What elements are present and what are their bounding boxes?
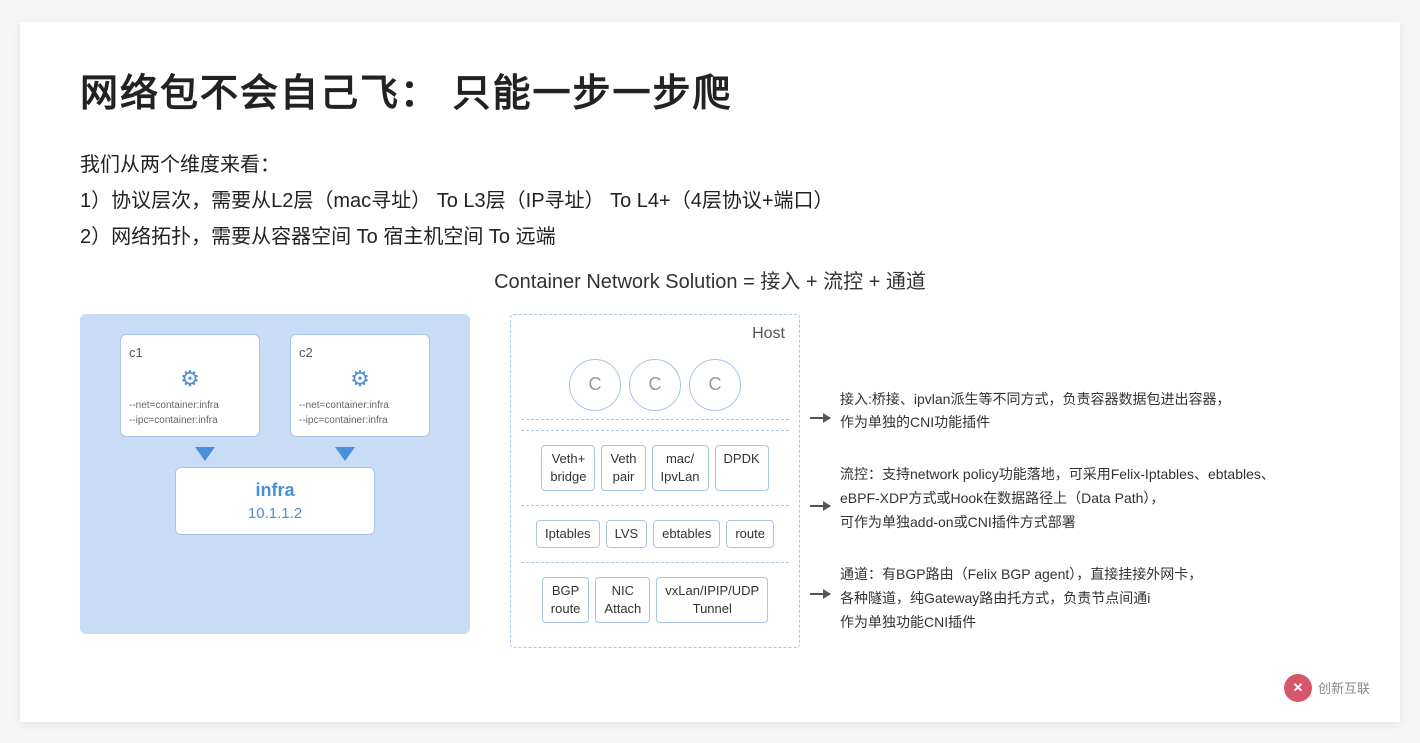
comp-lvs: LVS — [606, 520, 648, 548]
intro-block: 我们从两个维度来看： 1）协议层次，需要从L2层（mac寻址） To L3层（I… — [80, 147, 1340, 255]
arrow-tunnel — [810, 593, 830, 595]
pod-c1: c1 ⚙ --net=container:infra --ipc=contain… — [120, 334, 260, 437]
left-diagram: c1 ⚙ --net=container:infra --ipc=contain… — [80, 314, 470, 634]
descriptions: 接入:桥接、ipvlan派生等不同方式，负责容器数据包进出容器，作为单独的CNI… — [840, 314, 1275, 649]
comp-iptables: Iptables — [536, 520, 600, 548]
comp-veth-pair: Vethpair — [601, 445, 645, 491]
intro-line2: 1）协议层次，需要从L2层（mac寻址） To L3层（IP寻址） To L4+… — [80, 183, 1340, 219]
c2-label: c2 — [299, 345, 313, 360]
infra-box: infra 10.1.1.2 — [175, 467, 375, 535]
comp-row-flow: Iptables LVS ebtables route — [525, 514, 785, 554]
comp-row-access: Veth+bridge Vethpair mac/IpvLan DPDK — [525, 439, 785, 497]
formula-text: Container Network Solution = 接入 + 流控 + 通… — [80, 265, 1340, 294]
container-c3: C — [689, 359, 741, 411]
desc-flow: 流控：支持network policy功能落地，可采用Felix-Iptable… — [840, 455, 1275, 542]
intro-line3: 2）网络拓扑，需要从容器空间 To 宿主机空间 To 远端 — [80, 219, 1340, 255]
comp-mac-ipvlan: mac/IpvLan — [652, 445, 709, 491]
c2-gear-icon: ⚙ — [350, 366, 370, 392]
arrow-down-left — [195, 447, 215, 461]
arrows-col — [810, 314, 830, 649]
section-access: Veth+bridge Vethpair mac/IpvLan DPDK — [521, 430, 789, 505]
content-area: c1 ⚙ --net=container:infra --ipc=contain… — [80, 314, 1340, 649]
arrow-access — [810, 417, 830, 419]
page-title: 网络包不会自己飞： 只能一步一步爬 — [80, 62, 1340, 117]
arrow-down-right — [335, 447, 355, 461]
watermark: ✕ 创新互联 — [1284, 674, 1370, 702]
desc-access: 接入:桥接、ipvlan派生等不同方式，负责容器数据包进出容器，作为单独的CNI… — [840, 380, 1275, 444]
arrow-flow — [810, 505, 830, 507]
slide: 网络包不会自己飞： 只能一步一步爬 我们从两个维度来看： 1）协议层次，需要从L… — [20, 22, 1400, 722]
c2-meta: --net=container:infra --ipc=container:in… — [299, 398, 421, 428]
cni-right-block: Host C C C Veth+bridge Vethpair mac/IpvL… — [510, 314, 1275, 649]
c1-gear-icon: ⚙ — [180, 366, 200, 392]
pod-row: c1 ⚙ --net=container:infra --ipc=contain… — [100, 334, 450, 437]
comp-bgp: BGProute — [542, 577, 590, 623]
container-c2: C — [629, 359, 681, 411]
infra-ip: 10.1.1.2 — [186, 505, 364, 522]
comp-nic: NICAttach — [595, 577, 650, 623]
section-flow: Iptables LVS ebtables route — [521, 505, 789, 562]
comp-ebtables: ebtables — [653, 520, 720, 548]
c1-meta: --net=container:infra --ipc=container:in… — [129, 398, 251, 428]
watermark-icon: ✕ — [1284, 674, 1312, 702]
intro-line1: 我们从两个维度来看： — [80, 147, 1340, 183]
container-row: C C C — [521, 351, 789, 420]
desc-tunnel: 通道：有BGP路由（Felix BGP agent），直接挂接外网卡，各种隧道，… — [840, 555, 1275, 642]
comp-row-tunnel: BGProute NICAttach vxLan/IPIP/UDPTunnel — [525, 571, 785, 629]
infra-label: infra — [186, 480, 364, 501]
comp-vxlan: vxLan/IPIP/UDPTunnel — [656, 577, 768, 623]
section-tunnel: BGProute NICAttach vxLan/IPIP/UDPTunnel — [521, 562, 789, 637]
watermark-text: 创新互联 — [1318, 678, 1370, 697]
cni-box: Host C C C Veth+bridge Vethpair mac/IpvL… — [510, 314, 800, 649]
comp-dpdk: DPDK — [715, 445, 769, 491]
pod-c2: c2 ⚙ --net=container:infra --ipc=contain… — [290, 334, 430, 437]
comp-veth-bridge: Veth+bridge — [541, 445, 595, 491]
arrows-area — [100, 447, 450, 461]
host-label: Host — [521, 325, 789, 343]
c1-label: c1 — [129, 345, 143, 360]
comp-route: route — [726, 520, 774, 548]
container-c1: C — [569, 359, 621, 411]
